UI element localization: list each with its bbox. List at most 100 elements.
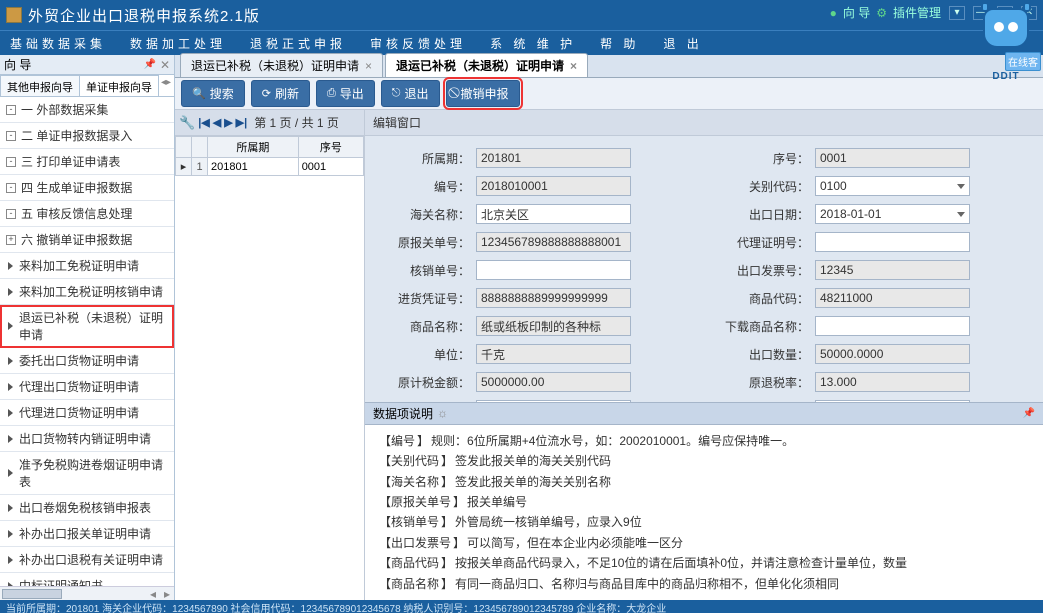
close-panel-icon[interactable]: ✕ bbox=[160, 58, 170, 72]
refresh-button[interactable]: ⟳刷新 bbox=[251, 80, 310, 107]
tab-close-icon[interactable]: × bbox=[570, 59, 577, 73]
menu-item[interactable]: 退 出 bbox=[663, 35, 702, 52]
document-tab[interactable]: 退运已补税（未退税）证明申请× bbox=[180, 53, 383, 77]
document-tabs: 退运已补税（未退税）证明申请×退运已补税（未退税）证明申请× bbox=[175, 55, 1043, 78]
search-button[interactable]: 🔍搜索 bbox=[181, 80, 245, 107]
nav-group[interactable]: -四 生成单证申报数据 bbox=[0, 175, 174, 201]
table-row[interactable]: ▸ 1 201801 0001 bbox=[176, 158, 364, 176]
expand-icon[interactable]: - bbox=[6, 105, 16, 115]
pager-prev-icon[interactable]: ◀ bbox=[213, 116, 221, 129]
nav-group[interactable]: -一 外部数据采集 bbox=[0, 97, 174, 123]
field-label: 出口发票号： bbox=[710, 262, 815, 279]
field-input[interactable]: 5000000.00 bbox=[476, 372, 631, 392]
field-label: 出口日期： bbox=[710, 206, 815, 223]
field-label: 编号： bbox=[371, 178, 476, 195]
help-row: 【商品名称】有同一商品归口、名称归与商品目库中的商品归称相不，但单化化须相同 bbox=[379, 574, 1029, 594]
pager-next-icon[interactable]: ▶ bbox=[224, 116, 232, 129]
form-area: 所属期：201801序号：0001编号：2018010001关别代码：0100海… bbox=[365, 136, 1043, 402]
row-pointer-icon: ▸ bbox=[176, 158, 192, 176]
left-tab-danzheng[interactable]: 单证申报向导 bbox=[79, 75, 159, 96]
field-input[interactable]: 纸或纸板印制的各种标 bbox=[476, 316, 631, 336]
online-service-badge[interactable]: 在线客 bbox=[1005, 52, 1041, 71]
help-row: 【关别代码】签发此报关单的海关关别代码 bbox=[379, 451, 1029, 471]
nav-list: -一 外部数据采集-二 单证申报数据录入-三 打印单证申请表-四 生成单证申报数… bbox=[0, 97, 174, 586]
field-input[interactable]: 13.000 bbox=[815, 372, 970, 392]
exit-button[interactable]: ⎋退出 bbox=[381, 80, 440, 107]
expand-icon[interactable]: - bbox=[6, 157, 16, 167]
nav-item[interactable]: 退运已补税（未退税）证明申请 bbox=[0, 305, 174, 348]
nav-item[interactable]: 出口货物转内销证明申请 bbox=[0, 426, 174, 452]
wizard-link[interactable]: 向 导 bbox=[843, 4, 870, 21]
left-tab-other[interactable]: 其他申报向导 bbox=[0, 75, 80, 96]
col-period[interactable]: 所属期 bbox=[208, 137, 299, 158]
chevron-down-icon[interactable]: ▾ bbox=[949, 6, 965, 20]
field-input[interactable]: 0001 bbox=[815, 148, 970, 168]
field-input[interactable]: 2018010001 bbox=[476, 176, 631, 196]
field-label: 进货凭证号： bbox=[371, 290, 476, 307]
nav-item[interactable]: 出口卷烟免税核销申报表 bbox=[0, 495, 174, 521]
nav-group[interactable]: +六 撤销单证申报数据 bbox=[0, 227, 174, 253]
help-pin-icon[interactable]: 📌 bbox=[1023, 408, 1035, 419]
menu-item[interactable]: 基础数据采集 bbox=[10, 35, 106, 52]
wrench-icon[interactable]: 🔧 bbox=[179, 115, 195, 131]
field-input[interactable]: 48211000 bbox=[815, 288, 970, 308]
menu-item[interactable]: 审核反馈处理 bbox=[370, 35, 466, 52]
field-input[interactable] bbox=[476, 260, 631, 280]
field-input[interactable]: 千克 bbox=[476, 344, 631, 364]
nav-item[interactable]: 代理出口货物证明申请 bbox=[0, 374, 174, 400]
field-input[interactable]: 8888888889999999999 bbox=[476, 288, 631, 308]
field-label: 核销单号： bbox=[371, 262, 476, 279]
help-row: 【出口发票号】可以简写，但在本企业内必须能唯一区分 bbox=[379, 533, 1029, 553]
menu-item[interactable]: 退税正式申报 bbox=[250, 35, 346, 52]
menu-item[interactable]: 系 统 维 护 bbox=[490, 35, 576, 52]
expand-icon[interactable]: - bbox=[6, 131, 16, 141]
field-label: 所属期： bbox=[371, 150, 476, 167]
pager-first-icon[interactable]: |◀ bbox=[198, 116, 210, 129]
nav-item[interactable]: 来料加工免税证明核销申请 bbox=[0, 279, 174, 305]
field-label: 代理证明号： bbox=[710, 234, 815, 251]
main-area: 退运已补税（未退税）证明申请×退运已补税（未退税）证明申请× 🔍搜索 ⟳刷新 ⎙… bbox=[175, 55, 1043, 600]
nav-item[interactable]: 补办出口退税有关证明申请 bbox=[0, 547, 174, 573]
field-input[interactable]: 201801 bbox=[476, 148, 631, 168]
document-tab[interactable]: 退运已补税（未退税）证明申请× bbox=[385, 53, 588, 77]
nav-item[interactable]: 来料加工免税证明申请 bbox=[0, 253, 174, 279]
nav-item[interactable]: 代理进口货物证明申请 bbox=[0, 400, 174, 426]
export-button[interactable]: ⎙导出 bbox=[316, 80, 375, 107]
pin-icon[interactable]: 📌 bbox=[143, 59, 155, 70]
pager-last-icon[interactable]: ▶| bbox=[236, 116, 248, 129]
search-icon: 🔍 bbox=[192, 87, 206, 100]
nav-item[interactable]: 委托出口货物证明申请 bbox=[0, 348, 174, 374]
nav-group[interactable]: -五 审核反馈信息处理 bbox=[0, 201, 174, 227]
nav-item[interactable]: 中标证明通知书 bbox=[0, 573, 174, 586]
field-input[interactable] bbox=[815, 232, 970, 252]
exit-icon: ⎋ bbox=[392, 87, 401, 100]
tab-scroll-icon[interactable]: ◂▸ bbox=[158, 75, 174, 96]
col-seq[interactable]: 序号 bbox=[298, 137, 363, 158]
expand-icon[interactable]: + bbox=[6, 235, 16, 245]
triangle-icon bbox=[8, 469, 13, 477]
expand-icon[interactable]: - bbox=[6, 183, 16, 193]
nav-group[interactable]: -三 打印单证申请表 bbox=[0, 149, 174, 175]
field-input[interactable]: 12345 bbox=[815, 260, 970, 280]
field-input[interactable]: 0100 bbox=[815, 176, 970, 196]
nav-item[interactable]: 准予免税购进卷烟证明申请表 bbox=[0, 452, 174, 495]
menu-item[interactable]: 数据加工处理 bbox=[130, 35, 226, 52]
nav-item[interactable]: 补办出口报关单证明申请 bbox=[0, 521, 174, 547]
triangle-icon bbox=[8, 262, 13, 270]
help-row: 【编号】规则：6位所属期+4位流水号，如：2002010001。编号应保持唯一。 bbox=[379, 431, 1029, 451]
plugin-manage-link[interactable]: 插件管理 bbox=[893, 4, 941, 21]
field-input[interactable]: 2018-01-01 bbox=[815, 204, 970, 224]
nav-group[interactable]: -二 单证申报数据录入 bbox=[0, 123, 174, 149]
cancel-declare-button[interactable]: ⃠撤销申报 bbox=[446, 80, 520, 107]
mascot[interactable]: 在线客 DDIT bbox=[971, 8, 1041, 78]
help-collapse-icon[interactable]: ☼ bbox=[437, 406, 448, 420]
field-input[interactable] bbox=[815, 316, 970, 336]
tab-close-icon[interactable]: × bbox=[365, 59, 372, 73]
result-grid: 所属期 序号 ▸ 1 201801 0001 bbox=[175, 136, 365, 600]
field-input[interactable]: 50000.0000 bbox=[815, 344, 970, 364]
expand-icon[interactable]: - bbox=[6, 209, 16, 219]
menu-item[interactable]: 帮 助 bbox=[600, 35, 639, 52]
field-input[interactable]: 北京关区 bbox=[476, 204, 631, 224]
nav-scrollbar[interactable]: ◂▸ bbox=[0, 586, 174, 600]
field-input[interactable]: 123456789888888888001 bbox=[476, 232, 631, 252]
